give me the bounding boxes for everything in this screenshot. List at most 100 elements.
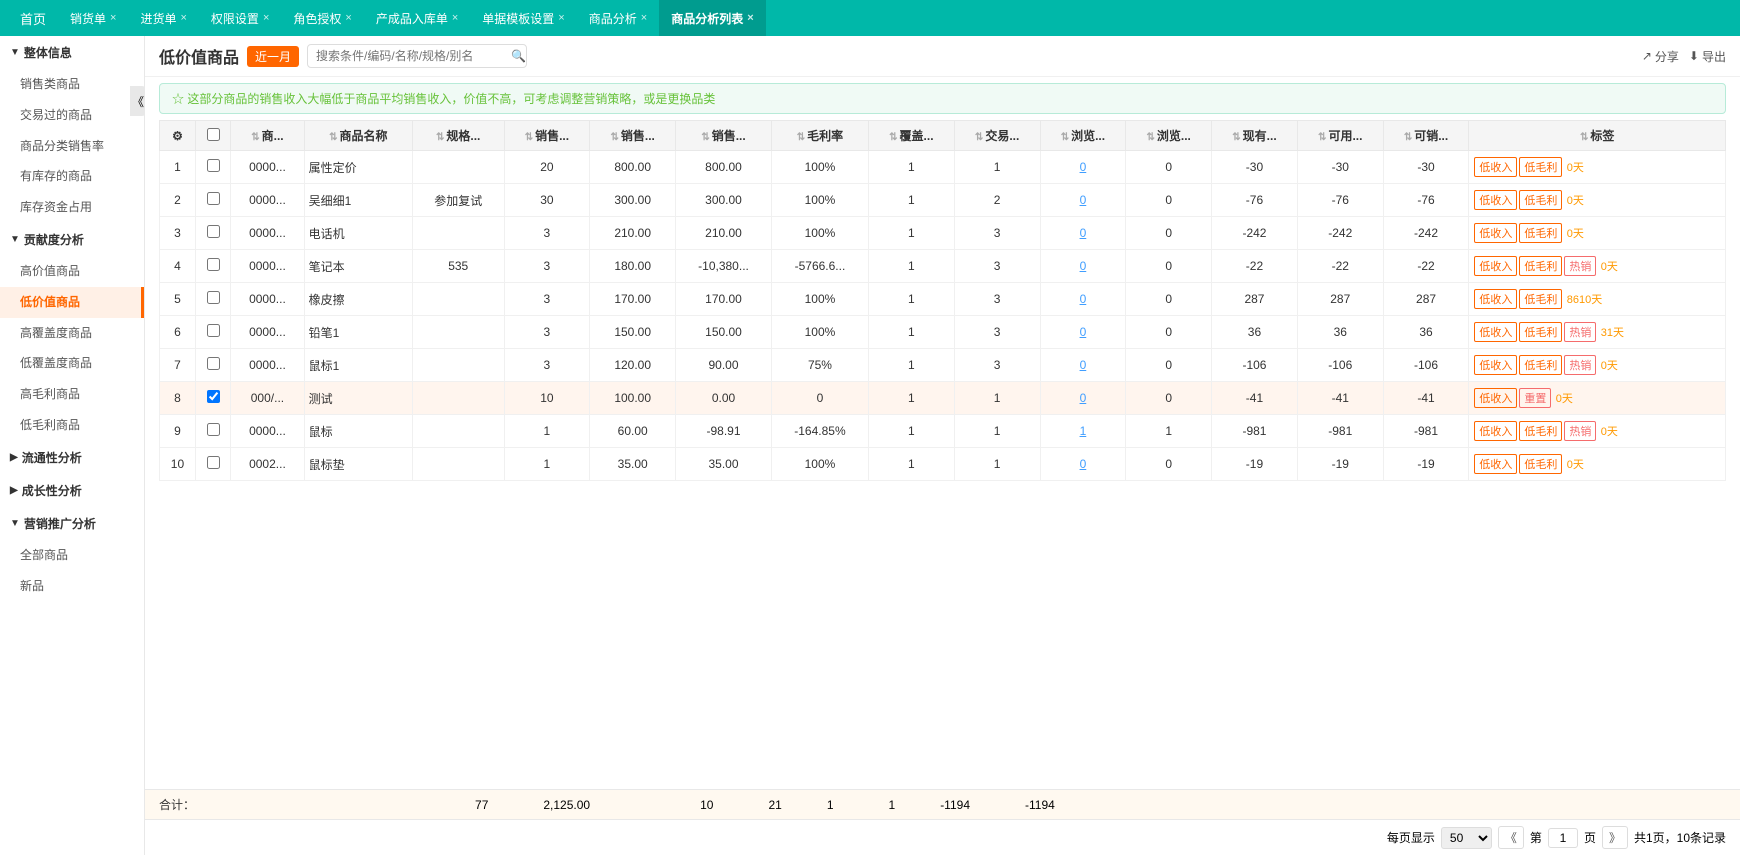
nav-close-purchase[interactable]: × [180, 12, 186, 24]
trade-link[interactable]: 0 [1080, 160, 1087, 174]
col-settings[interactable]: ⚙ [160, 121, 196, 151]
sidebar-item-new-products[interactable]: 新品 [0, 571, 144, 602]
trade-link[interactable]: 0 [1080, 325, 1087, 339]
filter-tag-btn[interactable]: 近一月 [247, 46, 299, 67]
export-btn[interactable]: ⬇ 导出 [1689, 48, 1726, 65]
row-trade[interactable]: 0 [1040, 283, 1126, 316]
sidebar-collapse-btn[interactable]: 《 [130, 86, 145, 116]
nav-close-product-analysis[interactable]: × [641, 12, 647, 24]
share-btn[interactable]: ↗ 分享 [1642, 48, 1679, 65]
first-page-btn[interactable]: 《 [1498, 826, 1524, 849]
sidebar-item-inventory-capital[interactable]: 库存资金占用 [0, 192, 144, 223]
nav-close-product-analysis-list[interactable]: × [747, 12, 753, 24]
table-container[interactable]: ⚙ ⇅商... ⇅商品名称 ⇅规格... ⇅销售... ⇅销售... ⇅销售..… [159, 120, 1726, 789]
col-trade[interactable]: ⇅交易... [954, 121, 1040, 151]
col-coverage[interactable]: ⇅覆盖... [868, 121, 954, 151]
sidebar-group-flow[interactable]: ▶ 流通性分析 [0, 441, 144, 474]
nav-purchase[interactable]: 进货单 × [128, 0, 198, 36]
col-tags[interactable]: ⇅标签 [1469, 121, 1726, 151]
nav-sales[interactable]: 销货单 × [58, 0, 128, 36]
page-size-select[interactable]: 50 100 200 [1441, 827, 1492, 849]
sidebar-item-high-value[interactable]: 高价值商品 [0, 256, 144, 287]
row-trade[interactable]: 0 [1040, 349, 1126, 382]
row-trade[interactable]: 0 [1040, 151, 1126, 184]
row-trade[interactable]: 1 [1040, 415, 1126, 448]
row-select[interactable] [207, 324, 220, 337]
sidebar-group-contribution[interactable]: ▼ 贡献度分析 [0, 223, 144, 256]
row-select[interactable] [207, 225, 220, 238]
row-select[interactable] [207, 192, 220, 205]
search-icon[interactable]: 🔍 [511, 49, 526, 63]
col-browse2[interactable]: ⇅浏览... [1126, 121, 1212, 151]
row-checkbox[interactable] [195, 448, 230, 481]
col-browse1[interactable]: ⇅浏览... [1040, 121, 1126, 151]
sidebar-item-low-margin[interactable]: 低毛利商品 [0, 410, 144, 441]
trade-link[interactable]: 0 [1080, 457, 1087, 471]
col-spec[interactable]: ⇅规格... [412, 121, 504, 151]
row-trade[interactable]: 0 [1040, 184, 1126, 217]
nav-close-roles[interactable]: × [345, 12, 351, 24]
col-available[interactable]: ⇅可用... [1297, 121, 1383, 151]
col-name[interactable]: ⇅商品名称 [304, 121, 412, 151]
nav-close-warehouse[interactable]: × [452, 12, 458, 24]
row-checkbox[interactable] [195, 184, 230, 217]
row-checkbox[interactable] [195, 151, 230, 184]
trade-link[interactable]: 0 [1080, 358, 1087, 372]
row-checkbox[interactable] [195, 349, 230, 382]
row-checkbox[interactable] [195, 283, 230, 316]
nav-close-template[interactable]: × [558, 12, 564, 24]
sidebar-item-traded-products[interactable]: 交易过的商品 [0, 100, 144, 131]
sidebar-item-all-products[interactable]: 全部商品 [0, 540, 144, 571]
sidebar-item-sales-products[interactable]: 销售类商品 [0, 69, 144, 100]
row-select[interactable] [207, 357, 220, 370]
col-sales-qty[interactable]: ⇅销售... [504, 121, 590, 151]
sidebar-group-growth[interactable]: ▶ 成长性分析 [0, 474, 144, 507]
row-checkbox[interactable] [195, 217, 230, 250]
row-checkbox[interactable] [195, 382, 230, 415]
col-sales-profit[interactable]: ⇅销售... [676, 121, 772, 151]
sidebar-item-category-sales-rate[interactable]: 商品分类销售率 [0, 131, 144, 162]
sidebar-group-marketing[interactable]: ▼ 营销推广分析 [0, 507, 144, 540]
col-stock[interactable]: ⇅现有... [1212, 121, 1298, 151]
trade-link[interactable]: 0 [1080, 193, 1087, 207]
row-trade[interactable]: 0 [1040, 448, 1126, 481]
trade-link[interactable]: 1 [1080, 424, 1087, 438]
sidebar-item-low-coverage[interactable]: 低覆盖度商品 [0, 348, 144, 379]
trade-link[interactable]: 0 [1080, 292, 1087, 306]
nav-close-sales[interactable]: × [110, 12, 116, 24]
row-checkbox[interactable] [195, 415, 230, 448]
next-page-btn[interactable]: 》 [1602, 826, 1628, 849]
col-gross-rate[interactable]: ⇅毛利率 [771, 121, 868, 151]
nav-home[interactable]: 首页 [8, 0, 58, 36]
col-saleable[interactable]: ⇅可销... [1383, 121, 1469, 151]
nav-roles[interactable]: 角色授权 × [281, 0, 363, 36]
col-checkbox[interactable] [195, 121, 230, 151]
row-select[interactable] [207, 456, 220, 469]
page-input[interactable] [1548, 828, 1578, 848]
row-select[interactable] [207, 159, 220, 172]
row-trade[interactable]: 0 [1040, 217, 1126, 250]
row-select[interactable] [207, 390, 220, 403]
nav-product-analysis[interactable]: 商品分析 × [577, 0, 659, 36]
nav-product-analysis-list[interactable]: 商品分析列表 × [659, 0, 765, 36]
nav-close-permissions[interactable]: × [263, 12, 269, 24]
search-input[interactable] [307, 44, 527, 68]
trade-link[interactable]: 0 [1080, 391, 1087, 405]
sidebar-item-stock-products[interactable]: 有库存的商品 [0, 161, 144, 192]
row-checkbox[interactable] [195, 316, 230, 349]
select-all-checkbox[interactable] [207, 128, 220, 141]
trade-link[interactable]: 0 [1080, 259, 1087, 273]
sidebar-item-high-margin[interactable]: 高毛利商品 [0, 379, 144, 410]
sidebar-group-overall[interactable]: ▼ 整体信息 [0, 36, 144, 69]
row-select[interactable] [207, 258, 220, 271]
sidebar-item-high-coverage[interactable]: 高覆盖度商品 [0, 318, 144, 349]
row-trade[interactable]: 0 [1040, 382, 1126, 415]
row-select[interactable] [207, 291, 220, 304]
nav-template[interactable]: 单据模板设置 × [470, 0, 576, 36]
sidebar-item-low-value[interactable]: 低价值商品 [0, 287, 144, 318]
nav-permissions[interactable]: 权限设置 × [199, 0, 281, 36]
row-trade[interactable]: 0 [1040, 250, 1126, 283]
nav-warehouse[interactable]: 产成品入库单 × [364, 0, 470, 36]
col-sales-amount[interactable]: ⇅销售... [590, 121, 676, 151]
trade-link[interactable]: 0 [1080, 226, 1087, 240]
